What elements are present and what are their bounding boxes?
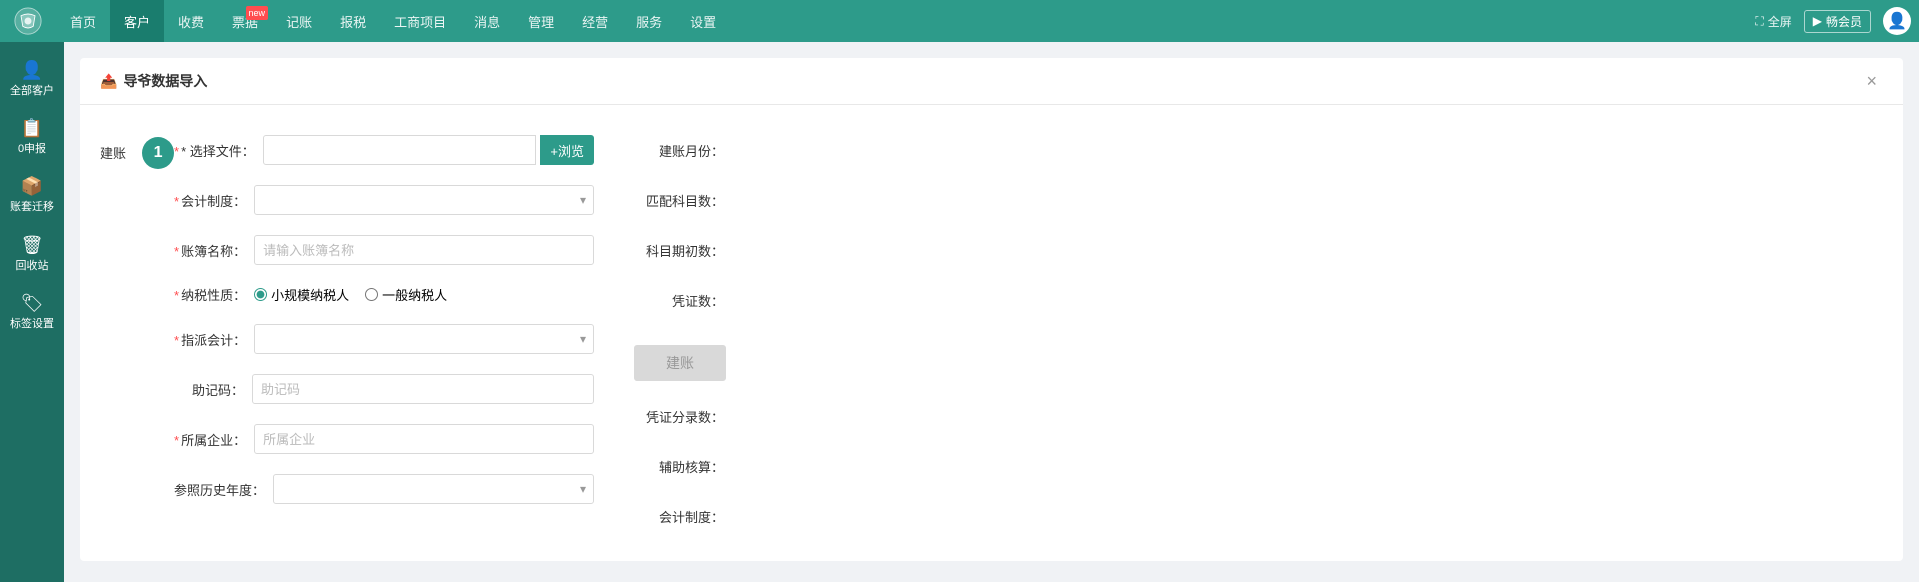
sidebar: 👤 全部客户 📋 0申报 📦 账套迁移 🗑 回收站 🏷 标签设置 — [0, 42, 64, 582]
nav-item-fees[interactable]: 收费 — [164, 0, 218, 42]
file-input-wrap — [263, 135, 537, 165]
ledger-name-input[interactable] — [254, 235, 594, 265]
fullscreen-icon: ⛶ — [1755, 14, 1763, 29]
accounting-system-select[interactable] — [254, 185, 594, 215]
sidebar-item-account-migration[interactable]: 📦 账套迁移 — [2, 168, 62, 222]
info-accounting-system-row: 会计制度： — [634, 501, 1883, 531]
file-input-group: +浏览 — [263, 135, 594, 165]
reference-year-label: 参照历史年度： — [174, 480, 265, 499]
declarations-icon: 📋 — [21, 118, 43, 139]
sidebar-item-tag-settings[interactable]: 🏷 标签设置 — [2, 285, 62, 339]
reference-year-row: 参照历史年度： — [174, 474, 594, 504]
owned-enterprise-input[interactable] — [254, 424, 594, 454]
play-icon: ▶ — [1813, 14, 1822, 28]
nav-item-customers[interactable]: 客户 — [110, 0, 164, 42]
aux-accounting-label: 辅助核算： — [634, 457, 724, 476]
tax-type-radio-group: 小规模纳税人 一般纳税人 — [254, 285, 594, 304]
tax-small-option[interactable]: 小规模纳税人 — [254, 285, 349, 304]
assign-accountant-label: 指派会计： — [174, 330, 246, 349]
topnav-right: ⛶ 全屏 ▶ 畅会员 👤 — [1755, 7, 1911, 35]
memo-code-input[interactable] — [252, 374, 594, 404]
build-month-row: 建账月份： — [634, 135, 1883, 165]
build-account-button[interactable]: 建账 — [634, 345, 726, 381]
sidebar-item-declarations[interactable]: 📋 0申报 — [2, 110, 62, 164]
all-customers-icon: 👤 — [21, 60, 43, 81]
step-circle: 1 — [142, 137, 174, 169]
sidebar-item-all-customers[interactable]: 👤 全部客户 — [2, 52, 62, 106]
main-layout: 👤 全部客户 📋 0申报 📦 账套迁移 🗑 回收站 🏷 标签设置 📤 导爷 — [0, 42, 1919, 582]
accounting-system-label: 会计制度： — [174, 191, 246, 210]
dialog-title: 📤 导爷数据导入 — [100, 71, 207, 91]
owned-enterprise-row: 所属企业： — [174, 424, 594, 454]
tax-general-radio[interactable] — [365, 288, 378, 301]
nav-item-business[interactable]: 工商项目 — [380, 0, 460, 42]
dialog-body: 建账 1 * 选择文件： +浏览 — [80, 105, 1903, 561]
file-input[interactable] — [263, 135, 537, 165]
info-panel: 建账月份： 匹配科目数： 科目期初数： 凭证数： — [594, 135, 1883, 531]
voucher-count-row: 凭证数： — [634, 285, 1883, 315]
match-subjects-row: 匹配科目数： — [634, 185, 1883, 215]
memo-code-row: 助记码： — [174, 374, 594, 404]
tax-type-label: 纳税性质： — [174, 285, 246, 304]
voucher-entries-row: 凭证分录数： — [634, 401, 1883, 431]
nav-item-invoices[interactable]: 票据 new — [218, 0, 272, 42]
assign-accountant-row: 指派会计： — [174, 324, 594, 354]
tax-type-row: 纳税性质： 小规模纳税人 一般纳税人 — [174, 285, 594, 304]
step-section: 建账 1 — [100, 135, 174, 531]
reference-year-select[interactable] — [273, 474, 594, 504]
vip-button[interactable]: ▶ 畅会员 — [1804, 10, 1871, 33]
tag-icon: 🏷 — [21, 293, 44, 314]
nav-item-management[interactable]: 管理 — [514, 0, 568, 42]
accounting-system-select-wrapper — [254, 185, 594, 215]
nav-item-messages[interactable]: 消息 — [460, 0, 514, 42]
accounting-system-row: 会计制度： — [174, 185, 594, 215]
owned-enterprise-label: 所属企业： — [174, 430, 246, 449]
fullscreen-button[interactable]: ⛶ 全屏 — [1755, 13, 1791, 30]
trash-icon: 🗑 — [21, 235, 44, 256]
file-label: * 选择文件： — [174, 141, 255, 160]
assign-accountant-select[interactable] — [254, 324, 594, 354]
nav-item-service[interactable]: 服务 — [622, 0, 676, 42]
step-label: 建账 — [100, 143, 126, 162]
nav-item-tax[interactable]: 报税 — [326, 0, 380, 42]
voucher-count-label: 凭证数： — [634, 291, 724, 310]
dialog-header: 📤 导爷数据导入 × — [80, 58, 1903, 105]
logo[interactable] — [8, 1, 48, 41]
nav-items: 首页 客户 收费 票据 new 记账 报税 工商项目 消息 管理 经营 服务 设… — [56, 0, 1755, 42]
dialog-card: 📤 导爷数据导入 × 建账 1 * 选择文件： — [80, 58, 1903, 561]
main-content: 📤 导爷数据导入 × 建账 1 * 选择文件： — [64, 42, 1919, 582]
ledger-name-row: 账簿名称： — [174, 235, 594, 265]
memo-code-label: 助记码： — [174, 380, 244, 399]
ledger-name-label: 账簿名称： — [174, 241, 246, 260]
new-badge: new — [246, 6, 269, 20]
voucher-entries-label: 凭证分录数： — [634, 407, 724, 426]
top-navbar: 首页 客户 收费 票据 new 记账 报税 工商项目 消息 管理 经营 服务 设… — [0, 0, 1919, 42]
nav-item-settings[interactable]: 设置 — [676, 0, 730, 42]
form-area: * 选择文件： +浏览 会计制度： — [174, 135, 594, 531]
file-row: * 选择文件： +浏览 — [174, 135, 594, 165]
avatar-icon: 👤 — [1887, 11, 1907, 31]
tax-small-radio[interactable] — [254, 288, 267, 301]
migration-icon: 📦 — [21, 176, 43, 197]
close-button[interactable]: × — [1860, 70, 1883, 92]
nav-item-operation[interactable]: 经营 — [568, 0, 622, 42]
sidebar-item-trash[interactable]: 🗑 回收站 — [2, 227, 62, 281]
aux-accounting-row: 辅助核算： — [634, 451, 1883, 481]
subject-period-label: 科目期初数： — [634, 241, 724, 260]
tax-general-option[interactable]: 一般纳税人 — [365, 285, 447, 304]
browse-button[interactable]: +浏览 — [540, 135, 594, 165]
nav-item-home[interactable]: 首页 — [56, 0, 110, 42]
reference-year-select-wrapper — [273, 474, 594, 504]
assign-accountant-select-wrapper — [254, 324, 594, 354]
build-month-label: 建账月份： — [634, 141, 724, 160]
info-accounting-system-label: 会计制度： — [634, 507, 724, 526]
subject-period-row: 科目期初数： — [634, 235, 1883, 265]
upload-icon: 📤 — [100, 73, 117, 90]
user-avatar[interactable]: 👤 — [1883, 7, 1911, 35]
match-subjects-label: 匹配科目数： — [634, 191, 724, 210]
nav-item-bookkeeping[interactable]: 记账 — [272, 0, 326, 42]
